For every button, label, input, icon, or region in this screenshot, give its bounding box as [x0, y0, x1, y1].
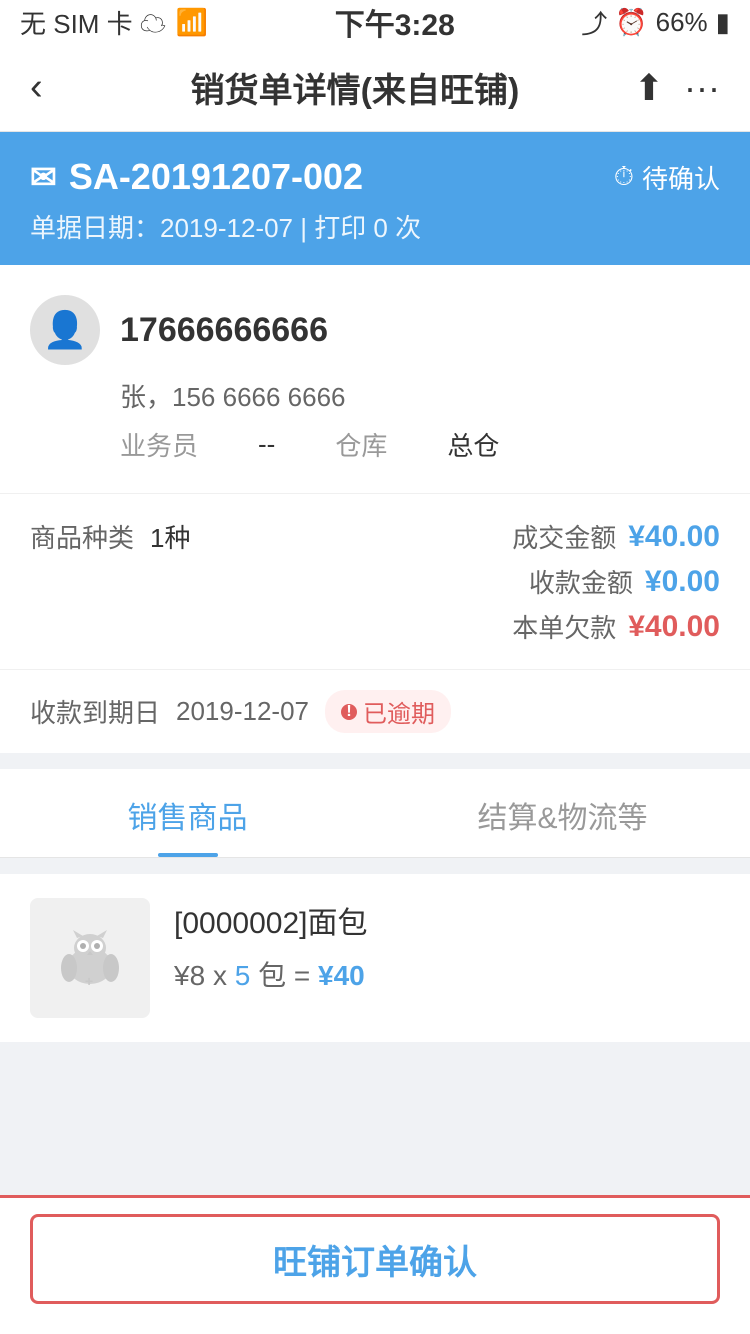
- customer-section: 👤 17666666666 张，156 6666 6666 业务员 -- 仓库 …: [0, 265, 750, 494]
- due-section: 收款到期日 2019-12-07 ! 已逾期: [0, 669, 750, 753]
- order-status: ⏱ 待确认: [614, 159, 720, 196]
- sales-label: 业务员: [120, 426, 198, 463]
- customer-top: 👤 17666666666: [30, 295, 720, 365]
- tab-products[interactable]: 销售商品: [0, 769, 375, 857]
- price-equals: =: [294, 960, 318, 991]
- product-item: + [0000002]面包 ¥8 x 5 包 = ¥40: [0, 874, 750, 1042]
- customer-card: 👤 17666666666 张，156 6666 6666 业务员 -- 仓库 …: [0, 265, 750, 753]
- customer-fields: 业务员 -- 仓库 总仓: [30, 426, 720, 463]
- location-icon: ⤴: [581, 4, 607, 41]
- price-base: ¥8: [174, 960, 205, 991]
- tabs-bar: 销售商品 结算&物流等: [0, 769, 750, 858]
- order-id-text: SA-20191207-002: [69, 156, 363, 198]
- sim-status: 无 SIM 卡 ☁: [20, 4, 166, 41]
- product-type-label: 商品种类: [30, 518, 150, 555]
- order-id: ✉ SA-20191207-002: [30, 156, 363, 198]
- more-icon[interactable]: ···: [684, 67, 720, 109]
- owed-row: 本单欠款 ¥40.00: [512, 608, 720, 645]
- svg-text:+: +: [85, 973, 93, 988]
- status-clock-icon: ⏱: [614, 161, 634, 193]
- owed-label: 本单欠款: [512, 608, 616, 645]
- price-separator: x: [213, 960, 235, 991]
- price-total: ¥40: [318, 960, 365, 991]
- battery-label: 66%: [656, 7, 708, 38]
- product-name: [0000002]面包: [174, 898, 720, 942]
- battery-icon: ▮: [716, 7, 730, 38]
- price-unit: 包: [258, 960, 286, 991]
- status-right: ⤴ ⏰ 66% ▮: [581, 4, 730, 41]
- amount-value: ¥40.00: [628, 520, 720, 554]
- share-icon[interactable]: ⬆: [634, 67, 664, 109]
- received-label: 收款金额: [529, 563, 633, 600]
- warehouse-label: 仓库: [335, 426, 387, 463]
- alarm-icon: ⏰: [615, 7, 647, 38]
- product-thumbnail: +: [30, 898, 150, 1018]
- overdue-label: 已逾期: [363, 694, 435, 729]
- nav-actions: ⬆ ···: [620, 67, 720, 109]
- received-row: 收款金额 ¥0.00: [529, 563, 720, 600]
- stats-section: 商品种类 1种 成交金额 ¥40.00 收款金额 ¥0.00 本单欠款 ¥40.…: [0, 494, 750, 669]
- amount-row: 成交金额 ¥40.00: [512, 518, 720, 555]
- back-button[interactable]: ‹: [30, 66, 90, 109]
- nav-bar: ‹ 销货单详情(来自旺铺) ⬆ ···: [0, 44, 750, 132]
- product-type-value: 1种: [150, 518, 190, 555]
- status-bar: 无 SIM 卡 ☁ 📶 下午3:28 ⤴ ⏰ 66% ▮: [0, 0, 750, 44]
- avatar-icon: 👤: [43, 309, 88, 351]
- product-price: ¥8 x 5 包 = ¥40: [174, 954, 720, 994]
- wifi-icon: 📶: [176, 7, 208, 38]
- tab-products-label: 销售商品: [128, 802, 248, 835]
- order-header-top: ✉ SA-20191207-002 ⏱ 待确认: [30, 156, 720, 198]
- order-icon: ✉: [30, 158, 57, 196]
- status-label: 待确认: [642, 159, 720, 196]
- owed-value: ¥40.00: [628, 610, 720, 644]
- tab-settlement-label: 结算&物流等: [477, 802, 647, 835]
- tab-settlement[interactable]: 结算&物流等: [375, 769, 750, 857]
- received-value: ¥0.00: [645, 565, 720, 599]
- customer-name: 张，156 6666 6666: [30, 377, 720, 414]
- confirm-label: 旺铺订单确认: [273, 1235, 477, 1284]
- order-meta: 单据日期：2019-12-07 | 打印 0 次: [30, 208, 720, 245]
- product-type-row: 商品种类 1种: [30, 518, 512, 555]
- sales-value: --: [258, 429, 275, 460]
- status-left: 无 SIM 卡 ☁ 📶: [20, 4, 208, 41]
- bottom-bar: 旺铺订单确认: [0, 1195, 750, 1334]
- warehouse-value: 总仓: [447, 426, 499, 463]
- stats-left: 商品种类 1种: [30, 518, 512, 555]
- product-info: [0000002]面包 ¥8 x 5 包 = ¥40: [174, 898, 720, 994]
- amount-label: 成交金额: [512, 518, 616, 555]
- due-date-label: 收款到期日: [30, 693, 160, 730]
- customer-phone: 17666666666: [120, 311, 328, 350]
- customer-avatar: 👤: [30, 295, 100, 365]
- overdue-badge: ! 已逾期: [325, 690, 451, 733]
- due-date-value: 2019-12-07: [176, 696, 309, 727]
- confirm-button[interactable]: 旺铺订单确认: [30, 1214, 720, 1304]
- overdue-icon: !: [341, 704, 357, 720]
- status-time: 下午3:28: [335, 0, 455, 44]
- order-header-card: ✉ SA-20191207-002 ⏱ 待确认 单据日期：2019-12-07 …: [0, 132, 750, 265]
- stats-right: 成交金额 ¥40.00 收款金额 ¥0.00 本单欠款 ¥40.00: [512, 518, 720, 645]
- product-thumb-svg: +: [55, 928, 125, 988]
- product-thumb-inner: +: [55, 928, 125, 988]
- price-qty: 5: [235, 960, 251, 991]
- page-title: 销货单详情(来自旺铺): [90, 63, 620, 112]
